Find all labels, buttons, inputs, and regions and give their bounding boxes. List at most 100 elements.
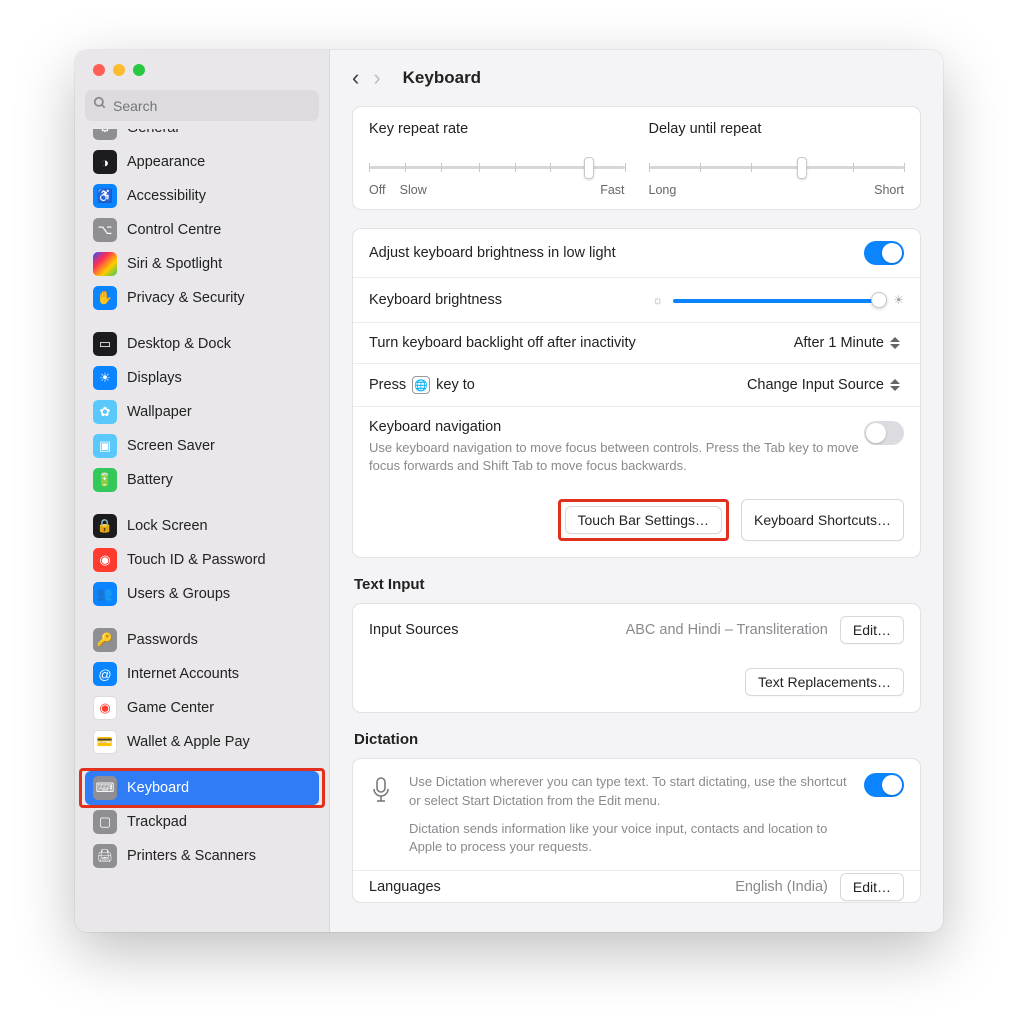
settings-window: ⚙ General ◑ Appearance ♿Accessibility ⌥Con… bbox=[75, 50, 943, 932]
sidebar-item-displays[interactable]: ☀Displays bbox=[85, 361, 319, 395]
sidebar-item-label: Desktop & Dock bbox=[127, 336, 231, 352]
search-field[interactable] bbox=[85, 90, 319, 121]
sidebar-item-siri[interactable]: Siri & Spotlight bbox=[85, 247, 319, 281]
sidebar-item-wallpaper[interactable]: ✿ Wallpaper bbox=[85, 395, 319, 429]
sidebar: ⚙ General ◑ Appearance ♿Accessibility ⌥Con… bbox=[75, 50, 330, 932]
text-replacements-button[interactable]: Text Replacements… bbox=[745, 668, 904, 696]
sidebar-item-appearance[interactable]: ◑ Appearance bbox=[85, 145, 319, 179]
gear-icon: ⚙ bbox=[93, 129, 117, 140]
sidebar-item-label: Wallpaper bbox=[127, 404, 192, 420]
wallet-icon: 💳 bbox=[93, 730, 117, 754]
input-sources-edit-button[interactable]: Edit… bbox=[840, 616, 904, 644]
touch-bar-settings-button[interactable]: Touch Bar Settings… bbox=[565, 506, 723, 534]
slider-min-label: Long bbox=[649, 183, 677, 197]
window-controls bbox=[75, 50, 329, 90]
sidebar-item-battery[interactable]: 🔋 Battery bbox=[85, 463, 319, 497]
dictation-languages-edit-button[interactable]: Edit… bbox=[840, 873, 904, 901]
sidebar-item-label: Users & Groups bbox=[127, 586, 230, 602]
trackpad-icon: ▢ bbox=[93, 810, 117, 834]
sidebar-item-general[interactable]: ⚙ General bbox=[85, 129, 319, 145]
key-repeat-rate-slider[interactable] bbox=[369, 157, 625, 177]
sidebar-item-label: Appearance bbox=[127, 154, 205, 170]
keyboard-settings-panel: Adjust keyboard brightness in low light … bbox=[352, 228, 921, 558]
sidebar-item-label: Privacy & Security bbox=[127, 290, 245, 306]
dictation-description-1: Use Dictation wherever you can type text… bbox=[409, 773, 848, 809]
sidebar-item-label: Game Center bbox=[127, 700, 214, 716]
dictation-heading: Dictation bbox=[354, 731, 921, 748]
sidebar-item-accessibility[interactable]: ♿Accessibility bbox=[85, 179, 319, 213]
sidebar-item-label: Touch ID & Password bbox=[127, 552, 266, 568]
sidebar-item-label: Wallet & Apple Pay bbox=[127, 734, 250, 750]
forward-button[interactable]: › bbox=[373, 65, 380, 91]
zoom-window-button[interactable] bbox=[133, 64, 145, 76]
sidebar-item-printers[interactable]: 🖨 Printers & Scanners bbox=[85, 839, 319, 873]
hand-icon: ✋ bbox=[93, 286, 117, 310]
close-window-button[interactable] bbox=[93, 64, 105, 76]
sun-icon: ☀ bbox=[93, 366, 117, 390]
highlight-annotation: Touch Bar Settings… bbox=[558, 499, 730, 541]
keyboard-brightness-label: Keyboard brightness bbox=[369, 292, 502, 308]
text-input-panel: Input Sources ABC and Hindi – Transliter… bbox=[352, 603, 921, 713]
press-globe-value: Change Input Source bbox=[747, 377, 884, 393]
press-globe-stepper[interactable] bbox=[890, 379, 904, 391]
screensaver-icon: ▣ bbox=[93, 434, 117, 458]
slider-max-label: Short bbox=[874, 183, 904, 197]
sidebar-item-users-groups[interactable]: 👥 Users & Groups bbox=[85, 577, 319, 611]
delay-until-repeat-slider[interactable] bbox=[649, 157, 905, 177]
appearance-icon: ◑ bbox=[93, 150, 117, 174]
key-repeat-rate-label: Key repeat rate bbox=[369, 121, 625, 137]
sidebar-item-game-center[interactable]: ◉ Game Center bbox=[85, 691, 319, 725]
sidebar-item-trackpad[interactable]: ▢Trackpad bbox=[85, 805, 319, 839]
slider-min-label: Off bbox=[369, 183, 385, 197]
keyboard-navigation-label: Keyboard navigation bbox=[369, 419, 864, 435]
keyboard-shortcuts-button[interactable]: Keyboard Shortcuts… bbox=[741, 499, 904, 541]
users-icon: 👥 bbox=[93, 582, 117, 606]
sidebar-item-screensaver[interactable]: ▣ Screen Saver bbox=[85, 429, 319, 463]
dictation-panel: Use Dictation wherever you can type text… bbox=[352, 758, 921, 903]
backlight-off-stepper[interactable] bbox=[890, 337, 904, 349]
sidebar-item-wallet[interactable]: 💳 Wallet & Apple Pay bbox=[85, 725, 319, 759]
dictation-toggle[interactable] bbox=[864, 773, 904, 797]
auto-brightness-toggle[interactable] bbox=[864, 241, 904, 265]
sidebar-item-desktop-dock[interactable]: ▭ Desktop & Dock bbox=[85, 327, 319, 361]
microphone-icon bbox=[369, 777, 393, 809]
sidebar-item-lock-screen[interactable]: 🔒Lock Screen bbox=[85, 509, 319, 543]
flower-icon: ✿ bbox=[93, 400, 117, 424]
printer-icon: 🖨 bbox=[93, 844, 117, 868]
brightness-high-icon: ☀ bbox=[893, 293, 904, 307]
sidebar-item-keyboard[interactable]: ⌨ Keyboard bbox=[85, 771, 319, 805]
sidebar-item-internet-accounts[interactable]: @Internet Accounts bbox=[85, 657, 319, 691]
sidebar-item-label: Siri & Spotlight bbox=[127, 256, 222, 272]
dictation-description-2: Dictation sends information like your vo… bbox=[409, 820, 848, 856]
sidebar-item-label: Battery bbox=[127, 472, 173, 488]
globe-icon: 🌐 bbox=[412, 376, 430, 394]
at-icon: @ bbox=[93, 662, 117, 686]
keyboard-brightness-slider[interactable] bbox=[673, 290, 883, 310]
delay-until-repeat-group: Delay until repeat Long Short bbox=[649, 121, 905, 197]
key-repeat-rate-group: Key repeat rate Off Slow Fast bbox=[369, 121, 625, 197]
sidebar-item-label: Screen Saver bbox=[127, 438, 215, 454]
battery-icon: 🔋 bbox=[93, 468, 117, 492]
sidebar-list: ⚙ General ◑ Appearance ♿Accessibility ⌥Con… bbox=[75, 129, 329, 932]
sidebar-item-label: Printers & Scanners bbox=[127, 848, 256, 864]
key-icon: 🔑 bbox=[93, 628, 117, 652]
keyboard-navigation-description: Use keyboard navigation to move focus be… bbox=[369, 439, 864, 475]
sidebar-item-label: General bbox=[127, 129, 179, 136]
sidebar-item-passwords[interactable]: 🔑Passwords bbox=[85, 623, 319, 657]
header: ‹ › Keyboard bbox=[330, 50, 943, 106]
keyboard-navigation-toggle[interactable] bbox=[864, 421, 904, 445]
game-center-icon: ◉ bbox=[93, 696, 117, 720]
sidebar-item-control-centre[interactable]: ⌥Control Centre bbox=[85, 213, 319, 247]
auto-brightness-label: Adjust keyboard brightness in low light bbox=[369, 245, 616, 261]
sidebar-item-label: Control Centre bbox=[127, 222, 221, 238]
back-button[interactable]: ‹ bbox=[352, 65, 359, 91]
dock-icon: ▭ bbox=[93, 332, 117, 356]
backlight-off-value: After 1 Minute bbox=[794, 335, 884, 351]
sidebar-item-touch-id[interactable]: ◉Touch ID & Password bbox=[85, 543, 319, 577]
search-input[interactable] bbox=[113, 98, 311, 114]
sidebar-item-privacy[interactable]: ✋ Privacy & Security bbox=[85, 281, 319, 315]
search-icon bbox=[93, 96, 107, 115]
accessibility-icon: ♿ bbox=[93, 184, 117, 208]
minimize-window-button[interactable] bbox=[113, 64, 125, 76]
main-content: ‹ › Keyboard Key repeat rate Off bbox=[330, 50, 943, 932]
